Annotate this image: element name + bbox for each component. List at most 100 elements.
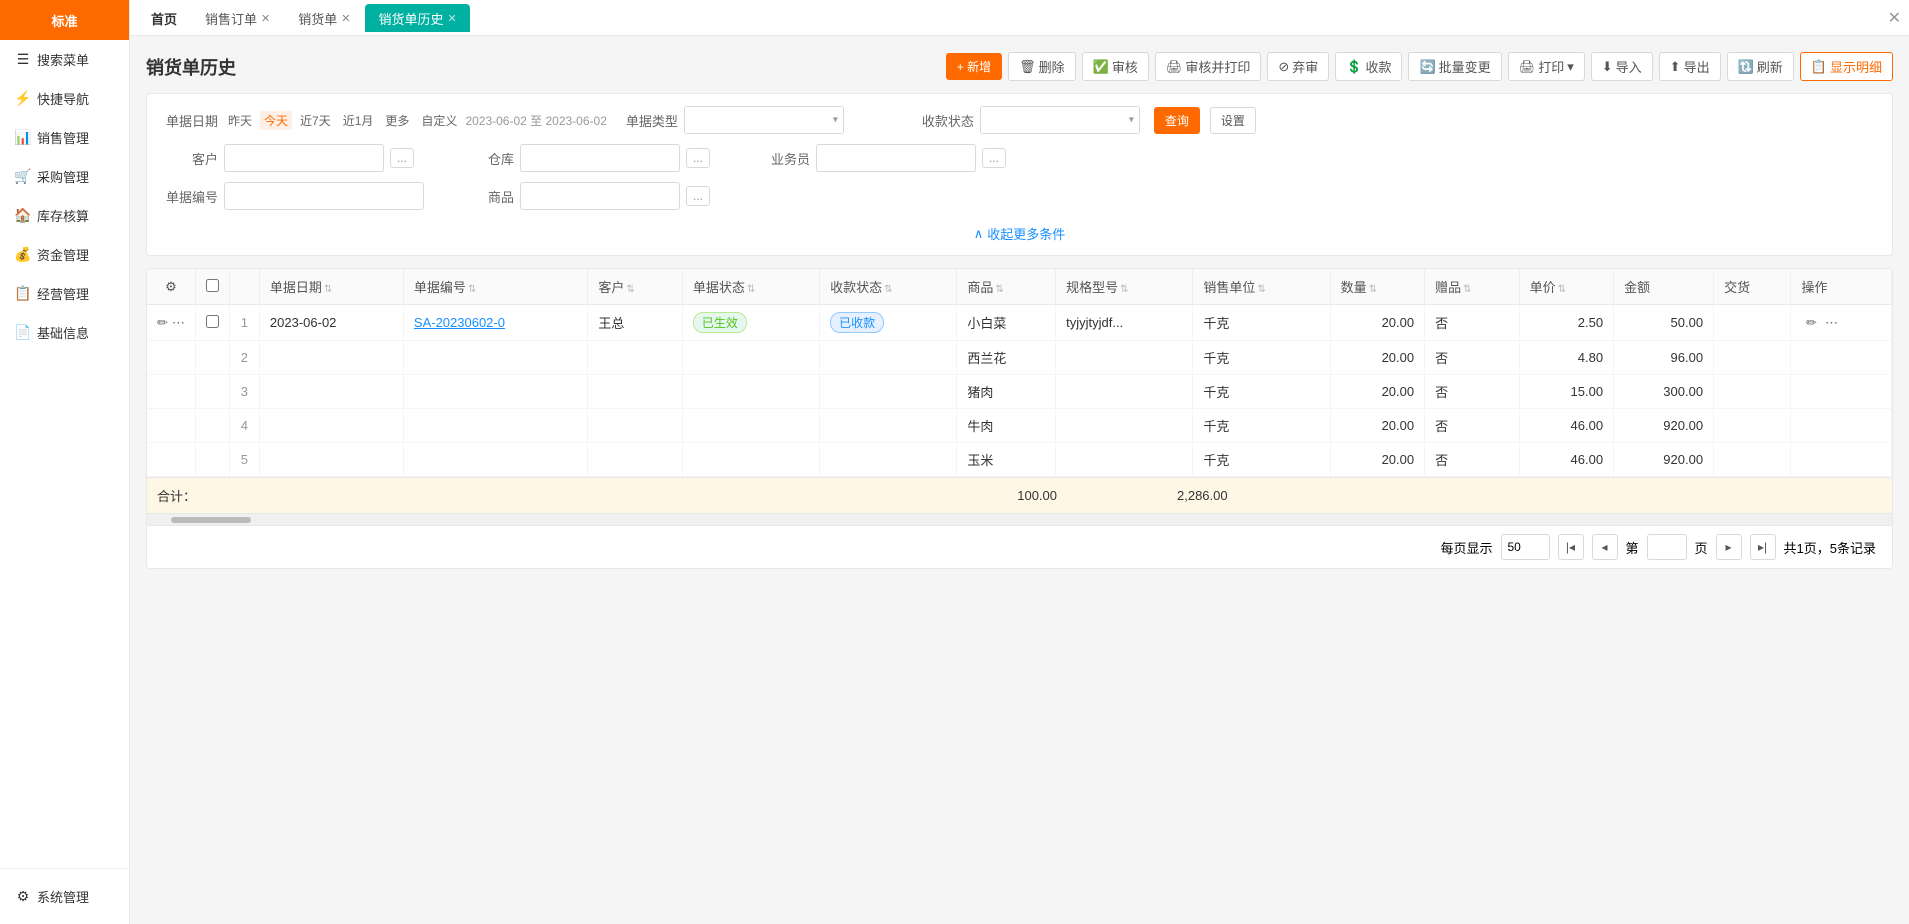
sidebar-item-sales-mgmt[interactable]: 📊 销售管理 xyxy=(0,118,129,157)
tab-close-sales-delivery[interactable]: ✕ xyxy=(341,12,350,25)
row-edit-icon[interactable]: ✏ xyxy=(157,315,168,330)
page-number-input[interactable]: 1 xyxy=(1647,534,1687,560)
collect-status-select[interactable] xyxy=(980,106,1140,134)
collapse-button[interactable]: ∧ 收起更多条件 xyxy=(163,220,1876,243)
cell-qty: 20.00 xyxy=(1330,375,1424,409)
page-next-btn[interactable]: ▸ xyxy=(1716,534,1742,560)
customer-input[interactable] xyxy=(224,144,384,172)
th-qty[interactable]: 数量⇅ xyxy=(1330,269,1424,305)
cell-action[interactable] xyxy=(1791,409,1892,443)
page-prev-btn[interactable]: ◂ xyxy=(1592,534,1618,560)
cell-action[interactable] xyxy=(1791,341,1892,375)
tab-sales-history[interactable]: 销货单历史 ✕ xyxy=(365,4,469,32)
cell-action[interactable] xyxy=(1791,375,1892,409)
per-page-select[interactable]: 50 100 200 xyxy=(1501,534,1550,560)
th-collect-status[interactable]: 收款状态⇅ xyxy=(820,269,957,305)
page-last-btn[interactable]: ▸| xyxy=(1750,534,1776,560)
goods-input[interactable] xyxy=(520,182,680,210)
cell-settings[interactable]: ✏⋯ xyxy=(147,305,195,341)
shortcut-1month[interactable]: 近1月 xyxy=(339,111,378,130)
quick-nav-icon: ⚡ xyxy=(15,91,31,107)
cell-doc-no[interactable] xyxy=(403,375,587,409)
scrollbar-thumb[interactable] xyxy=(171,517,251,523)
cell-checkbox[interactable] xyxy=(195,409,229,443)
th-date[interactable]: 单据日期⇅ xyxy=(259,269,403,305)
warehouse-dots-btn[interactable]: ... xyxy=(686,148,710,168)
sidebar-item-sys-mgmt[interactable]: ⚙ 系统管理 xyxy=(0,877,129,916)
sidebar-item-quick-nav[interactable]: ⚡ 快捷导航 xyxy=(0,79,129,118)
cell-checkbox[interactable] xyxy=(195,305,229,341)
cell-doc-no[interactable] xyxy=(403,443,587,477)
sidebar-item-inventory-calc[interactable]: 🏠 库存核算 xyxy=(0,196,129,235)
salesperson-dots-btn[interactable]: ... xyxy=(982,148,1006,168)
th-unit-price[interactable]: 单价⇅ xyxy=(1519,269,1613,305)
tabs-close-all[interactable]: ✕ xyxy=(1888,8,1901,28)
th-doc-status[interactable]: 单据状态⇅ xyxy=(682,269,819,305)
select-all-checkbox[interactable] xyxy=(206,279,219,292)
cell-settings[interactable] xyxy=(147,409,195,443)
collect-button[interactable]: 💲 收款 xyxy=(1335,52,1402,81)
batch-change-button[interactable]: 🔄 批量变更 xyxy=(1408,52,1501,81)
sidebar-item-ops-mgmt[interactable]: 📋 经营管理 xyxy=(0,274,129,313)
import-button[interactable]: ⬇ 导入 xyxy=(1591,52,1653,81)
goods-dots-btn[interactable]: ... xyxy=(686,186,710,206)
doc-no-input[interactable] xyxy=(224,182,424,210)
shortcut-today[interactable]: 今天 xyxy=(260,111,292,130)
sidebar-item-basic-info[interactable]: 📄 基础信息 xyxy=(0,313,129,352)
shortcut-more[interactable]: 更多 xyxy=(381,111,413,130)
warehouse-input[interactable] xyxy=(520,144,680,172)
th-customer[interactable]: 客户⇅ xyxy=(588,269,682,305)
cell-doc-no[interactable] xyxy=(403,341,587,375)
th-unit[interactable]: 销售单位⇅ xyxy=(1193,269,1330,305)
new-button[interactable]: + 新增 xyxy=(946,53,1002,80)
sidebar-item-search-menu[interactable]: ☰ 搜索菜单 xyxy=(0,40,129,79)
doc-type-select[interactable] xyxy=(684,106,844,134)
doc-no-link[interactable]: SA-20230602-0 xyxy=(414,315,505,330)
shortcut-7days[interactable]: 近7天 xyxy=(296,111,335,130)
cell-doc-no[interactable]: SA-20230602-0 xyxy=(403,305,587,341)
sidebar-item-fund-mgmt[interactable]: 💰 资金管理 xyxy=(0,235,129,274)
th-goods[interactable]: 商品⇅ xyxy=(957,269,1056,305)
tab-home[interactable]: 首页 xyxy=(138,4,190,32)
delete-button[interactable]: 🗑 删除 xyxy=(1008,52,1076,81)
cell-settings[interactable] xyxy=(147,341,195,375)
query-button[interactable]: 查询 xyxy=(1154,107,1200,134)
cell-checkbox[interactable] xyxy=(195,443,229,477)
row-more-icon[interactable]: ⋯ xyxy=(172,315,185,330)
action-more-icon[interactable]: ⋯ xyxy=(1821,313,1841,333)
row-checkbox[interactable] xyxy=(206,315,219,328)
customer-dots-btn[interactable]: ... xyxy=(390,148,414,168)
scrollbar-area[interactable] xyxy=(147,513,1892,525)
abandon-button[interactable]: ⊘ 弃审 xyxy=(1267,52,1329,81)
th-spec[interactable]: 规格型号⇅ xyxy=(1056,269,1193,305)
shortcut-yesterday[interactable]: 昨天 xyxy=(224,111,256,130)
refresh-button[interactable]: 🔃 刷新 xyxy=(1727,52,1794,81)
tab-close-sales-history[interactable]: ✕ xyxy=(448,12,457,25)
settings-button[interactable]: 设置 xyxy=(1210,107,1256,134)
review-button[interactable]: ✅ 审核 xyxy=(1082,52,1149,81)
export-button[interactable]: ⬆ 导出 xyxy=(1659,52,1721,81)
show-detail-button[interactable]: 📋 显示明细 xyxy=(1800,52,1893,81)
tab-sales-order[interactable]: 销售订单 ✕ xyxy=(192,4,283,32)
tab-close-sales-order[interactable]: ✕ xyxy=(261,12,270,25)
sidebar-item-purchase-mgmt[interactable]: 🛒 采购管理 xyxy=(0,157,129,196)
cell-checkbox[interactable] xyxy=(195,375,229,409)
cell-customer xyxy=(588,409,682,443)
action-edit-icon[interactable]: ✏ xyxy=(1801,313,1821,333)
cell-checkbox[interactable] xyxy=(195,341,229,375)
th-doc-no[interactable]: 单据编号⇅ xyxy=(403,269,587,305)
tab-sales-delivery[interactable]: 销货单 ✕ xyxy=(285,4,363,32)
review-print-button[interactable]: 🖨 审核并打印 xyxy=(1155,52,1262,81)
cell-settings[interactable] xyxy=(147,443,195,477)
th-gift[interactable]: 赠品⇅ xyxy=(1425,269,1519,305)
salesperson-input[interactable] xyxy=(816,144,976,172)
th-checkbox[interactable] xyxy=(195,269,229,305)
cell-action[interactable]: ✏⋯ xyxy=(1791,305,1892,341)
th-settings[interactable]: ⚙ xyxy=(147,269,195,305)
cell-action[interactable] xyxy=(1791,443,1892,477)
cell-doc-no[interactable] xyxy=(403,409,587,443)
page-first-btn[interactable]: |◂ xyxy=(1558,534,1584,560)
cell-settings[interactable] xyxy=(147,375,195,409)
shortcut-custom[interactable]: 自定义 xyxy=(417,111,461,130)
print-button[interactable]: 🖨 打印 ▾ xyxy=(1508,52,1585,81)
